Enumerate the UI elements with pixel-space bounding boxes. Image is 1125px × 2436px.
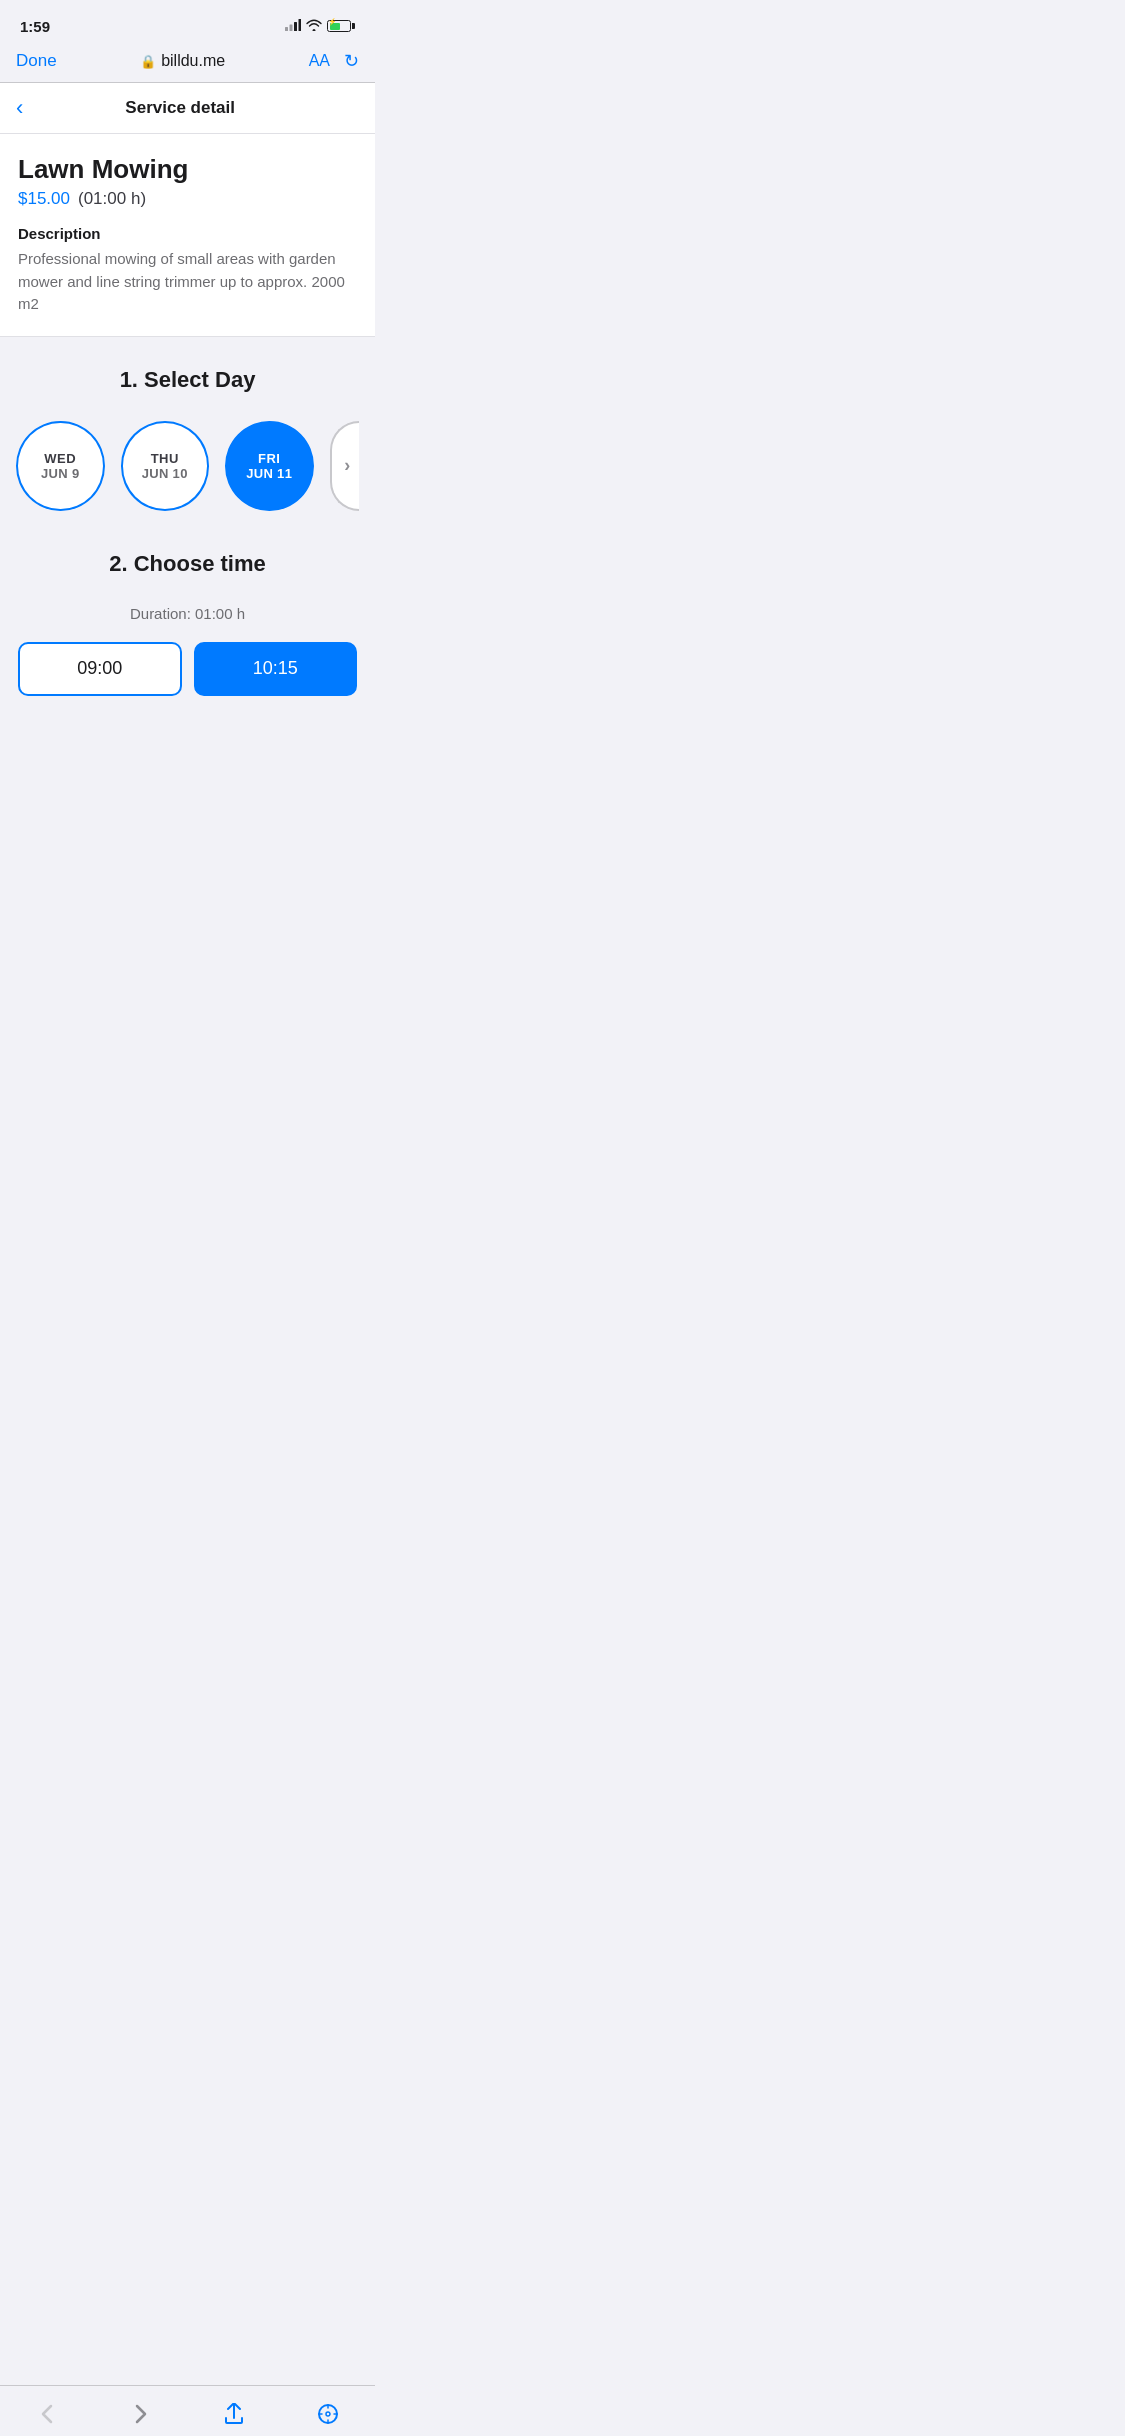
service-price: $15.00 bbox=[18, 189, 70, 209]
day-name-fri: FRI bbox=[258, 451, 280, 466]
time-buttons: 09:00 10:15 bbox=[0, 642, 375, 696]
duration-subtitle: Duration: 01:00 h bbox=[0, 605, 375, 622]
signal-icon bbox=[285, 19, 301, 34]
service-duration: (01:00 h) bbox=[78, 189, 146, 209]
status-time: 1:59 bbox=[20, 18, 50, 35]
status-bar: 1:59 ⚡ bbox=[0, 0, 375, 44]
day-date-jun10: JUN 10 bbox=[142, 466, 188, 481]
day-wed-jun9[interactable]: WED JUN 9 bbox=[16, 421, 105, 511]
day-date-jun11: JUN 11 bbox=[246, 466, 292, 481]
next-day-button[interactable]: › bbox=[330, 421, 360, 511]
choose-time-title: 2. Choose time bbox=[0, 551, 375, 577]
aa-button[interactable]: AA bbox=[309, 52, 330, 70]
battery-icon: ⚡ bbox=[327, 20, 355, 32]
day-name-wed: WED bbox=[44, 451, 76, 466]
browser-actions: AA ↻ bbox=[309, 50, 359, 72]
done-button[interactable]: Done bbox=[16, 51, 57, 71]
day-thu-jun10[interactable]: THU JUN 10 bbox=[121, 421, 210, 511]
next-arrow-icon: › bbox=[344, 455, 350, 476]
service-info: Lawn Mowing $15.00 (01:00 h) Description… bbox=[0, 134, 375, 337]
browser-bar: Done 🔒 billdu.me AA ↻ bbox=[0, 44, 375, 83]
service-name: Lawn Mowing bbox=[18, 154, 357, 185]
svg-rect-0 bbox=[285, 27, 288, 31]
back-button[interactable]: ‹ bbox=[16, 95, 31, 121]
svg-rect-1 bbox=[290, 24, 293, 31]
time-slot-1015-label: 10:15 bbox=[253, 658, 298, 679]
page-title: Service detail bbox=[31, 98, 329, 118]
svg-rect-2 bbox=[294, 22, 297, 31]
time-slot-0900-label: 09:00 bbox=[77, 658, 122, 679]
wifi-icon bbox=[306, 18, 322, 34]
service-price-row: $15.00 (01:00 h) bbox=[18, 189, 357, 209]
app-header: ‹ Service detail bbox=[0, 83, 375, 134]
choose-time-section: 2. Choose time Duration: 01:00 h 09:00 1… bbox=[0, 531, 375, 720]
time-slot-0900[interactable]: 09:00 bbox=[18, 642, 182, 696]
svg-rect-3 bbox=[299, 19, 302, 31]
select-day-section: 1. Select Day WED JUN 9 THU JUN 10 FRI J… bbox=[0, 337, 375, 531]
browser-url: 🔒 billdu.me bbox=[140, 52, 225, 70]
select-day-title: 1. Select Day bbox=[0, 367, 375, 393]
reload-icon[interactable]: ↻ bbox=[344, 50, 359, 72]
time-slot-1015[interactable]: 10:15 bbox=[194, 642, 358, 696]
status-icons: ⚡ bbox=[285, 18, 355, 34]
day-picker: WED JUN 9 THU JUN 10 FRI JUN 11 › bbox=[0, 421, 375, 511]
day-fri-jun11[interactable]: FRI JUN 11 bbox=[225, 421, 314, 511]
description-text: Professional mowing of small areas with … bbox=[18, 248, 357, 316]
url-text: billdu.me bbox=[161, 52, 225, 70]
description-label: Description bbox=[18, 225, 357, 242]
lock-icon: 🔒 bbox=[140, 54, 156, 69]
day-name-thu: THU bbox=[151, 451, 179, 466]
day-date-jun9: JUN 9 bbox=[41, 466, 79, 481]
